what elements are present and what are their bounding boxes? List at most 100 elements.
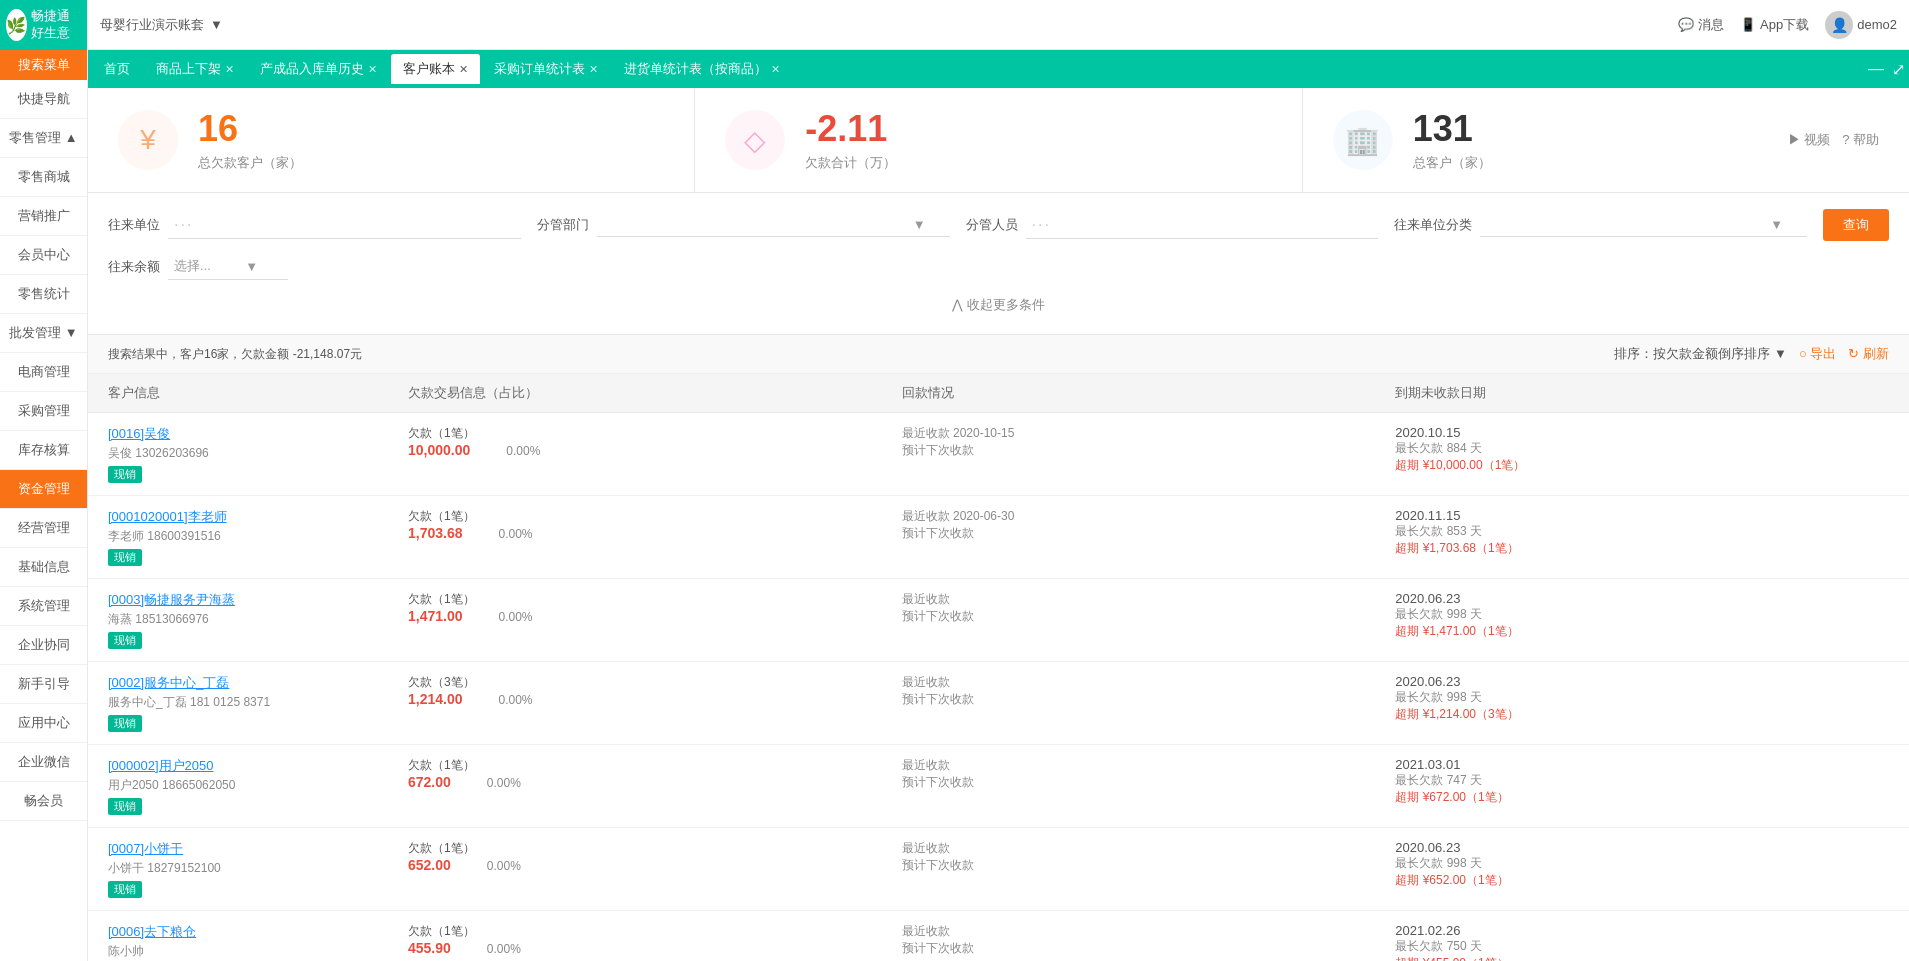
help-icon: ? bbox=[1842, 132, 1853, 147]
sidebar-item-retail-mall[interactable]: 零售商城 bbox=[0, 158, 87, 197]
customer-name-link[interactable]: [0007]小饼干 bbox=[108, 840, 408, 858]
sidebar-item-inventory[interactable]: 库存核算 bbox=[0, 431, 87, 470]
download-action[interactable]: 📱 App下载 bbox=[1740, 16, 1809, 34]
table-header: 客户信息 欠款交易信息（占比） 回款情况 到期未收款日期 bbox=[88, 374, 1909, 413]
tab-close-icon[interactable]: ✕ bbox=[771, 63, 780, 76]
user-avatar[interactable]: 👤 demo2 bbox=[1825, 11, 1897, 39]
tab-home[interactable]: 首页 bbox=[92, 54, 142, 84]
repay-info-cell: 最近收款 2020-06-30 预计下次收款 bbox=[902, 508, 1396, 542]
customer-tag: 现销 bbox=[108, 632, 142, 649]
customer-phone: 吴俊 13026203696 bbox=[108, 445, 408, 462]
stat-card-actions: ▶ 视频 ? 帮助 bbox=[1788, 131, 1879, 149]
data-table: 客户信息 欠款交易信息（占比） 回款情况 到期未收款日期 [0016]吴俊 吴俊… bbox=[88, 374, 1909, 961]
results-summary: 搜索结果中，客户16家，欠款金额 -21,148.07元 bbox=[108, 346, 362, 363]
customer-name-link[interactable]: [0016]吴俊 bbox=[108, 425, 408, 443]
sidebar-item-quick-nav[interactable]: 快捷导航 bbox=[0, 80, 87, 119]
customer-name-link[interactable]: [000002]用户2050 bbox=[108, 757, 408, 775]
expire-info-cell: 2021.02.26 最长欠款 750 天 超期 ¥455.90（1笔） bbox=[1395, 923, 1889, 961]
stat-card-total-customers: 🏢 131 总客户（家） ▶ 视频 ? 帮助 bbox=[1303, 88, 1909, 192]
video-action[interactable]: ▶ 视频 bbox=[1788, 131, 1831, 149]
customer-info-cell: [0016]吴俊 吴俊 13026203696 现销 bbox=[108, 425, 408, 483]
filter-area: 往来单位 ··· 分管部门 ▼ 分管人员 ··· bbox=[88, 193, 1909, 335]
sidebar-item-membership[interactable]: 畅会员 bbox=[0, 782, 87, 821]
expire-info-cell: 2020.11.15 最长欠款 853 天 超期 ¥1,703.68（1笔） bbox=[1395, 508, 1889, 557]
customer-info-cell: [0002]服务中心_丁磊 服务中心_丁磊 181 0125 8371 现销 bbox=[108, 674, 408, 732]
customer-name-link[interactable]: [0002]服务中心_丁磊 bbox=[108, 674, 408, 692]
sidebar-item-ecommerce[interactable]: 电商管理 bbox=[0, 353, 87, 392]
export-icon: ○ bbox=[1799, 346, 1810, 361]
total-debt-value: -2.11 bbox=[805, 108, 896, 150]
repay-info-cell: 最近收款 预计下次收款 bbox=[902, 674, 1396, 708]
sidebar-item-app-center[interactable]: 应用中心 bbox=[0, 704, 87, 743]
tab-bar-actions: — ⤢ bbox=[1868, 60, 1905, 79]
tab-close-icon[interactable]: ✕ bbox=[589, 63, 598, 76]
overdue-link[interactable]: 超期 ¥1,703.68（1笔） bbox=[1395, 540, 1889, 557]
overdue-link[interactable]: 超期 ¥672.00（1笔） bbox=[1395, 789, 1889, 806]
customer-name-link[interactable]: [0006]去下粮仓 bbox=[108, 923, 408, 941]
sidebar-item-marketing[interactable]: 营销推广 bbox=[0, 197, 87, 236]
tab-close-icon[interactable]: ✕ bbox=[459, 63, 468, 76]
customer-phone: 小饼干 18279152100 bbox=[108, 860, 408, 877]
dropdown-icon-2: ▼ bbox=[1770, 217, 1783, 232]
overdue-link[interactable]: 超期 ¥1,471.00（1笔） bbox=[1395, 623, 1889, 640]
sidebar-item-members[interactable]: 会员中心 bbox=[0, 236, 87, 275]
company-selector[interactable]: 母婴行业演示账套 ▼ bbox=[100, 16, 223, 34]
sidebar-item-wecom[interactable]: 企业微信 bbox=[0, 743, 87, 782]
collapse-more-button[interactable]: ⋀ 收起更多条件 bbox=[108, 292, 1889, 318]
sidebar-item-retail-stats[interactable]: 零售统计 bbox=[0, 275, 87, 314]
sort-dropdown-icon: ▼ bbox=[1774, 346, 1787, 361]
tab-product-listing[interactable]: 商品上下架 ✕ bbox=[144, 54, 246, 84]
overdue-link[interactable]: 超期 ¥455.90（1笔） bbox=[1395, 955, 1889, 961]
sidebar-item-operations[interactable]: 经营管理 bbox=[0, 509, 87, 548]
export-button[interactable]: ○ 导出 bbox=[1799, 345, 1836, 363]
content-area: ¥ 16 总欠款客户（家） ◇ -2.11 欠款合计（万） 🏢 131 总客户（… bbox=[88, 88, 1909, 961]
customer-name-link[interactable]: [0001020001]李老师 bbox=[108, 508, 408, 526]
filter-row-2: 往来余额 选择... ▼ bbox=[108, 253, 1889, 280]
customer-info-cell: [000002]用户2050 用户2050 18665062050 现销 bbox=[108, 757, 408, 815]
customer-phone: 李老师 18600391516 bbox=[108, 528, 408, 545]
message-action[interactable]: 💬 消息 bbox=[1678, 16, 1724, 34]
sidebar-item-procurement[interactable]: 采购管理 bbox=[0, 392, 87, 431]
col-header-repay: 回款情况 bbox=[902, 384, 1396, 402]
results-bar: 搜索结果中，客户16家，欠款金额 -21,148.07元 排序：按欠款金额倒序排… bbox=[88, 335, 1909, 374]
repay-info-cell: 最近收款 2020-10-15 预计下次收款 bbox=[902, 425, 1396, 459]
sidebar-item-enterprise[interactable]: 企业协同 bbox=[0, 626, 87, 665]
sidebar-item-retail-manage[interactable]: 零售管理 ▲ bbox=[0, 119, 87, 158]
sort-selector[interactable]: 排序：按欠款金额倒序排序 ▼ bbox=[1614, 345, 1787, 363]
sidebar: 🌿 畅捷通好生意 搜索菜单 快捷导航 零售管理 ▲ 零售商城 营销推广 会员中心… bbox=[0, 0, 88, 961]
overdue-link[interactable]: 超期 ¥10,000.00（1笔） bbox=[1395, 457, 1889, 474]
expire-info-cell: 2020.06.23 最长欠款 998 天 超期 ¥1,214.00（3笔） bbox=[1395, 674, 1889, 723]
overdue-link[interactable]: 超期 ¥652.00（1笔） bbox=[1395, 872, 1889, 889]
sidebar-item-finance[interactable]: 资金管理 bbox=[0, 470, 87, 509]
customer-phone: 陈小帅 bbox=[108, 943, 408, 960]
customer-info-cell: [0001020001]李老师 李老师 18600391516 现销 bbox=[108, 508, 408, 566]
overdue-link[interactable]: 超期 ¥1,214.00（3笔） bbox=[1395, 706, 1889, 723]
filter-department: 分管部门 ▼ bbox=[537, 213, 950, 237]
customer-tag: 现销 bbox=[108, 881, 142, 898]
stats-row: ¥ 16 总欠款客户（家） ◇ -2.11 欠款合计（万） 🏢 131 总客户（… bbox=[88, 88, 1909, 193]
top-actions: 💬 消息 📱 App下载 👤 demo2 bbox=[1678, 11, 1897, 39]
customer-tag: 现销 bbox=[108, 466, 142, 483]
tab-customer-account[interactable]: 客户账本 ✕ bbox=[391, 54, 480, 84]
sidebar-item-system[interactable]: 系统管理 bbox=[0, 587, 87, 626]
tab-product-history[interactable]: 产成品入库单历史 ✕ bbox=[248, 54, 389, 84]
customer-name-link[interactable]: [0003]畅捷服务尹海蒸 bbox=[108, 591, 408, 609]
debt-info-cell: 欠款（1笔） 672.00 0.00% bbox=[408, 757, 902, 790]
tab-close-icon[interactable]: ✕ bbox=[368, 63, 377, 76]
maximize-icon[interactable]: ⤢ bbox=[1892, 60, 1905, 79]
refresh-button[interactable]: ↻ 刷新 bbox=[1848, 345, 1889, 363]
help-action[interactable]: ? 帮助 bbox=[1842, 131, 1879, 149]
search-menu-item[interactable]: 搜索菜单 bbox=[0, 50, 87, 80]
col-header-expire: 到期未收款日期 bbox=[1395, 384, 1889, 402]
col-header-debt: 欠款交易信息（占比） bbox=[408, 384, 902, 402]
minimize-icon[interactable]: — bbox=[1868, 60, 1884, 79]
sidebar-item-basic-info[interactable]: 基础信息 bbox=[0, 548, 87, 587]
query-button[interactable]: 查询 bbox=[1823, 209, 1889, 241]
sidebar-item-wholesale[interactable]: 批发管理 ▼ bbox=[0, 314, 87, 353]
expire-info-cell: 2021.03.01 最长欠款 747 天 超期 ¥672.00（1笔） bbox=[1395, 757, 1889, 806]
tab-purchase-order[interactable]: 采购订单统计表 ✕ bbox=[482, 54, 610, 84]
tab-close-icon[interactable]: ✕ bbox=[225, 63, 234, 76]
table-row: [0016]吴俊 吴俊 13026203696 现销 欠款（1笔） 10,000… bbox=[88, 413, 1909, 496]
sidebar-item-guide[interactable]: 新手引导 bbox=[0, 665, 87, 704]
tab-purchase-stats[interactable]: 进货单统计表（按商品） ✕ bbox=[612, 54, 792, 84]
